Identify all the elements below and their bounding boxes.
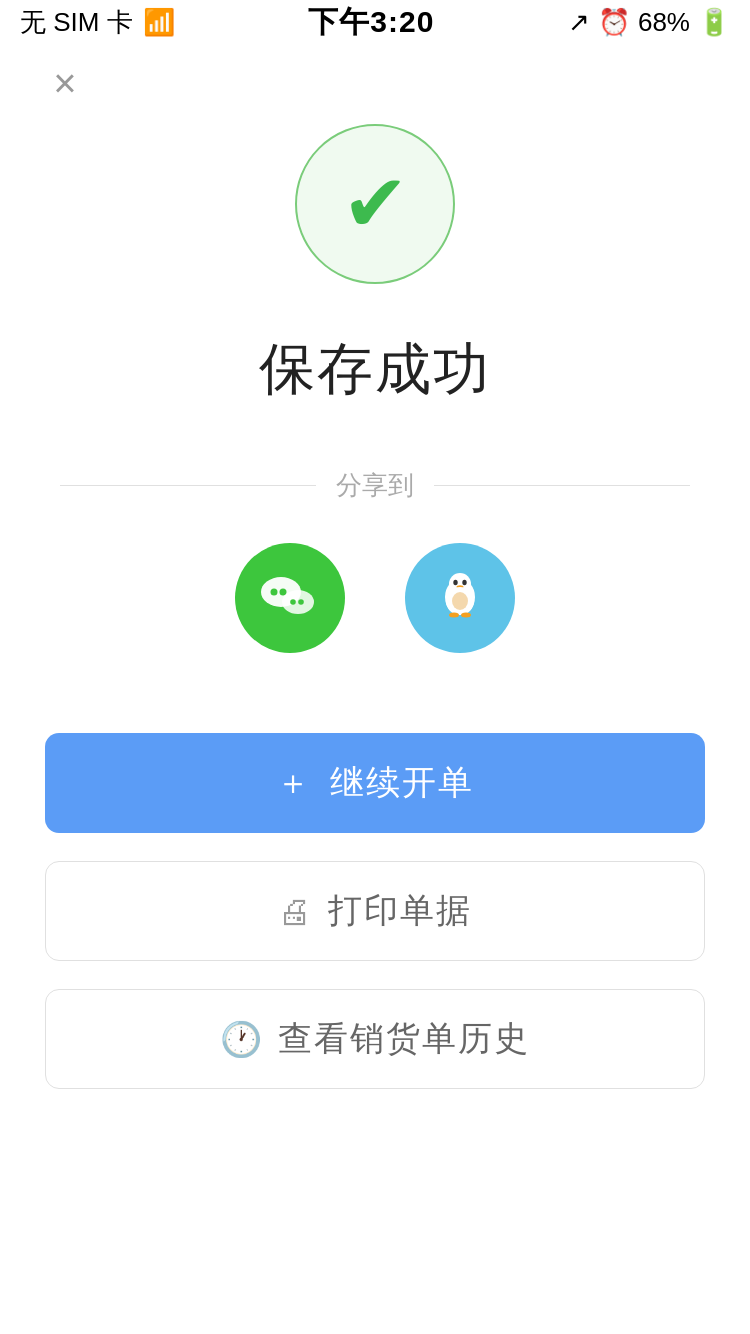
divider-line-left: [60, 485, 316, 486]
print-icon: 🖨: [278, 892, 314, 931]
close-button[interactable]: ×: [40, 58, 90, 108]
divider-line-right: [434, 485, 690, 486]
history-button[interactable]: 🕐 查看销货单历史: [45, 989, 705, 1089]
share-label: 分享到: [336, 468, 414, 503]
svg-point-3: [282, 590, 314, 614]
location-icon: ↗: [568, 7, 590, 38]
continue-order-label: 继续开单: [330, 760, 474, 806]
main-content: ✔ 保存成功 分享到: [0, 44, 750, 1089]
wechat-icon: [256, 564, 324, 632]
action-buttons: ＋ 继续开单 🖨 打印单据 🕐 查看销货单历史: [0, 733, 750, 1089]
close-icon: ×: [53, 63, 76, 103]
success-circle: ✔: [295, 124, 455, 284]
battery-icon: 🔋: [698, 7, 730, 38]
print-button[interactable]: 🖨 打印单据: [45, 861, 705, 961]
checkmark-icon: ✔: [342, 164, 409, 244]
share-divider: 分享到: [0, 468, 750, 503]
wifi-icon: 📶: [143, 7, 175, 38]
svg-point-14: [452, 592, 468, 610]
alarm-icon: ⏰: [598, 7, 630, 38]
history-label: 查看销货单历史: [278, 1016, 530, 1062]
clock-icon: 🕐: [220, 1019, 264, 1059]
battery-label: 68%: [638, 7, 690, 38]
status-left: 无 SIM 卡 📶: [20, 5, 175, 40]
share-icons-row: [235, 543, 515, 653]
svg-point-2: [280, 589, 287, 596]
continue-order-button[interactable]: ＋ 继续开单: [45, 733, 705, 833]
svg-point-5: [298, 599, 304, 605]
plus-icon: ＋: [276, 760, 312, 806]
status-right: ↗ ⏰ 68% 🔋: [568, 7, 730, 38]
status-time: 下午3:20: [308, 2, 434, 43]
qq-icon: [429, 567, 491, 629]
success-title: 保存成功: [259, 332, 491, 408]
qq-share-button[interactable]: [405, 543, 515, 653]
wechat-share-button[interactable]: [235, 543, 345, 653]
svg-point-13: [461, 613, 471, 618]
svg-point-9: [462, 580, 466, 586]
no-sim-label: 无 SIM 卡: [20, 5, 133, 40]
status-bar: 无 SIM 卡 📶 下午3:20 ↗ ⏰ 68% 🔋: [0, 0, 750, 44]
svg-point-12: [449, 613, 459, 618]
svg-point-4: [290, 599, 296, 605]
svg-point-8: [453, 580, 457, 586]
print-label: 打印单据: [328, 888, 472, 934]
svg-point-1: [271, 589, 278, 596]
